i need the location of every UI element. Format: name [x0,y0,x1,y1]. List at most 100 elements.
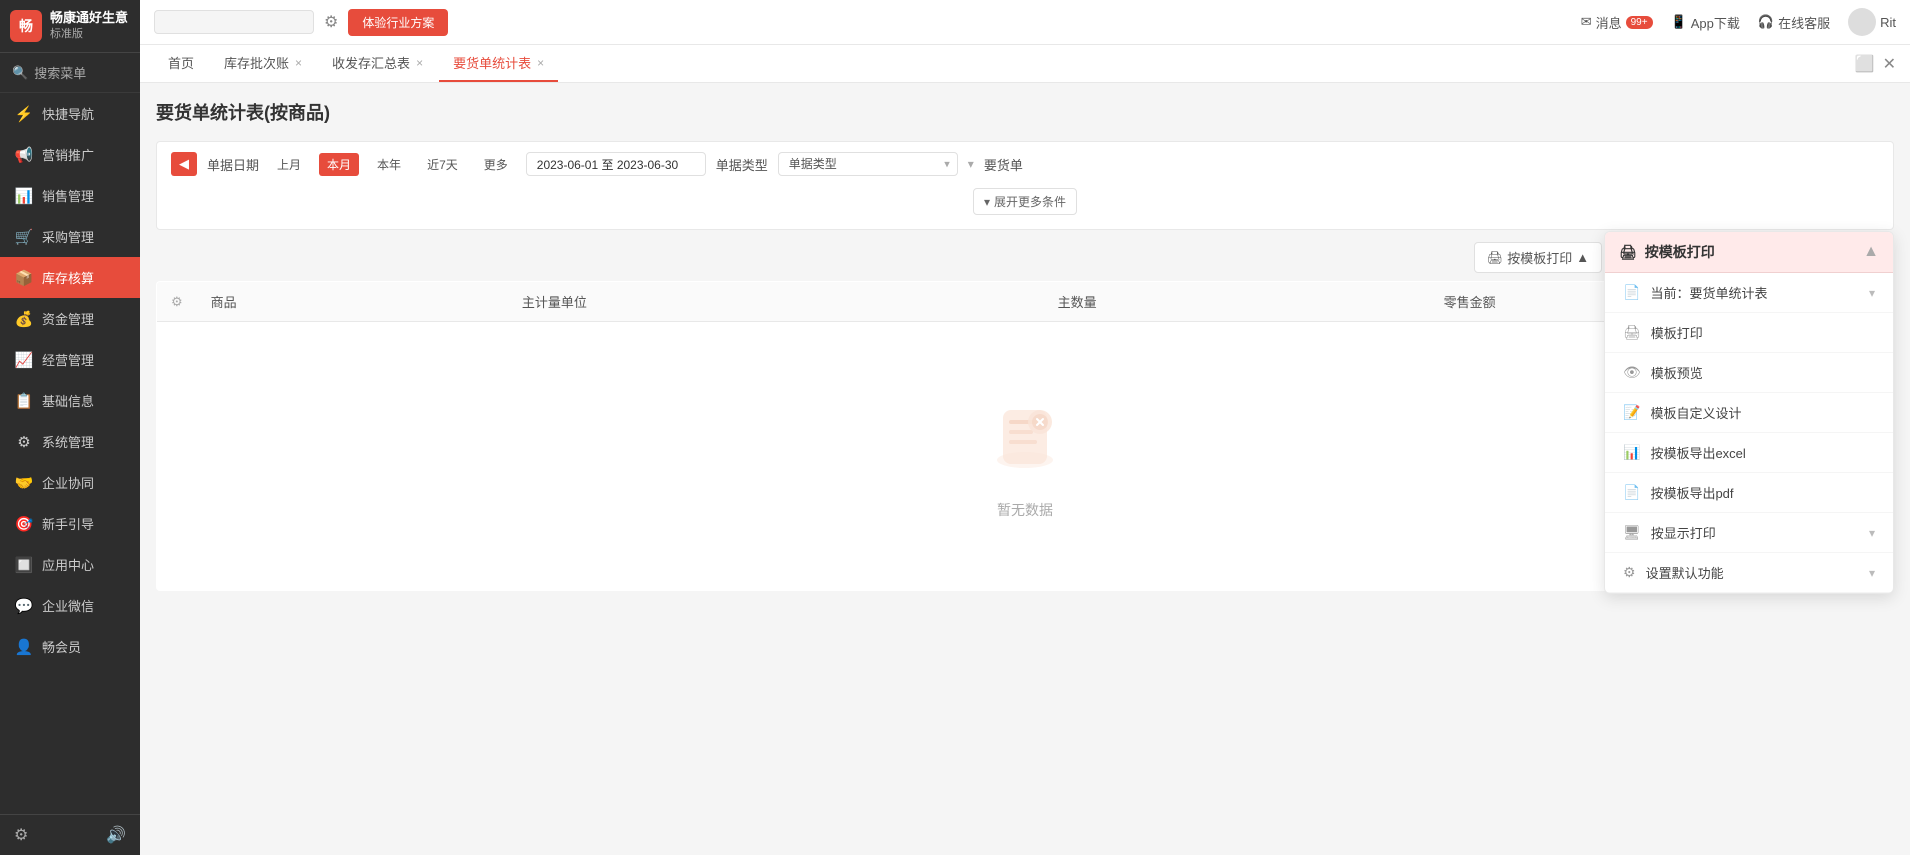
date-tag-last-month[interactable]: 上月 [269,153,309,176]
online-service-btn[interactable]: 🎧 在线客服 [1758,13,1830,32]
category-label: 要货单 [984,155,1023,174]
date-range-input[interactable] [526,152,706,176]
print-btn[interactable]: 🖨 按模板打印 ▲ [1474,242,1602,273]
template-preview-label: 模板预览 [1651,363,1703,382]
page: 要货单统计表(按商品) ◀ 单据日期 上月 本月 本年 近7天 更多 单据类型 … [140,83,1910,855]
template-preview-icon: 👁 [1623,364,1641,381]
display-print-icon: 🖥 [1623,524,1641,541]
filter-row-1: ◀ 单据日期 上月 本月 本年 近7天 更多 单据类型 单据类型 ▾ 要货单 [171,152,1879,176]
empty-icon [985,392,1065,486]
dropdown-template-preview[interactable]: 👁 模板预览 [1605,353,1893,393]
sales-icon: 📊 [14,187,34,205]
sidebar-item-collab[interactable]: 🤝 企业协同 [0,462,140,503]
expand-icon: ▾ [984,195,990,209]
sidebar-item-system[interactable]: ⚙ 系统管理 [0,421,140,462]
empty-text: 暂无数据 [997,500,1053,520]
print-arrow-icon: ▲ [1576,250,1589,265]
sidebar-item-quick-nav[interactable]: ⚡ 快捷导航 [0,93,140,134]
topbar-right: ✉ 消息 99+ 📱 App下载 🎧 在线客服 Rit [1581,8,1896,36]
tabs-close-icon[interactable]: ✕ [1883,54,1896,74]
export-excel-label: 按模板导出excel [1650,443,1745,462]
tab-receipt-summary[interactable]: 收发存汇总表 × [318,45,437,82]
sidebar-item-sales[interactable]: 📊 销售管理 [0,175,140,216]
sidebar-logo: 畅 畅康通好生意 标准版 [0,0,140,53]
dropdown-current-item[interactable]: 📄 当前：要货单统计表 ▾ [1605,273,1893,313]
messages-btn[interactable]: ✉ 消息 99+ [1581,13,1653,32]
export-excel-icon: 📊 [1623,444,1640,461]
tabs-maximize-icon[interactable]: ⬜ [1855,54,1875,74]
guide-icon: 🎯 [14,515,34,533]
expand-btn[interactable]: ▾ 展开更多条件 [973,188,1077,215]
export-pdf-label: 按模板导出pdf [1650,483,1733,502]
wechat-icon: 💬 [14,597,34,615]
system-icon: ⚙ [14,433,34,451]
dropdown-template-custom[interactable]: 📝 模板自定义设计 [1605,393,1893,433]
sidebar-item-finance[interactable]: 💰 资金管理 [0,298,140,339]
tabs-end: ⬜ ✕ [1855,54,1896,74]
date-tag-this-month[interactable]: 本月 [319,153,359,176]
tabs-bar: 首页 库存批次账 × 收发存汇总表 × 要货单统计表 × ⬜ ✕ [140,45,1910,83]
sidebar-item-basic[interactable]: 📋 基础信息 [0,380,140,421]
sidebar-item-operation[interactable]: 📈 经营管理 [0,339,140,380]
order-type-select[interactable]: 单据类型 [778,152,958,176]
trial-btn[interactable]: 体验行业方案 [348,9,448,36]
dropdown-close-btn[interactable]: ▲ [1863,243,1879,261]
sidebar-item-guide[interactable]: 🎯 新手引导 [0,503,140,544]
tab-close-receipt-summary[interactable]: × [416,56,423,70]
dropdown-export-pdf[interactable]: 📄 按模板导出pdf [1605,473,1893,513]
template-print-label: 模板打印 [1651,323,1703,342]
template-custom-label: 模板自定义设计 [1650,403,1741,422]
tab-close-batch-account[interactable]: × [295,56,302,70]
sidebar-item-inventory[interactable]: 📦 库存核算 [0,257,140,298]
sidebar-item-marketing[interactable]: 📢 营销推广 [0,134,140,175]
sidebar-search[interactable]: 🔍 搜索菜单 [0,53,140,93]
sidebar-item-member[interactable]: 👤 畅会员 [0,626,140,667]
dropdown-export-excel[interactable]: 📊 按模板导出excel [1605,433,1893,473]
date-tag-more[interactable]: 更多 [476,153,516,176]
settings-icon[interactable]: ⚙ [14,825,28,845]
expand-row: ▾ 展开更多条件 [171,184,1879,219]
sidebar-item-wechat[interactable]: 💬 企业微信 [0,585,140,626]
sidebar-item-appstore[interactable]: 🔲 应用中心 [0,544,140,585]
dropdown-template-print[interactable]: 🖨 模板打印 [1605,313,1893,353]
topbar-gear-icon[interactable]: ⚙ [324,12,338,32]
tab-home[interactable]: 首页 [154,45,208,82]
default-func-icon: ⚙ [1623,564,1636,581]
tab-order-stats[interactable]: 要货单统计表 × [439,45,558,82]
sidebar-nav: ⚡ 快捷导航 📢 营销推广 📊 销售管理 🛒 采购管理 📦 库存核算 💰 资金管… [0,93,140,814]
filter-collapse-btn[interactable]: ◀ [171,152,197,176]
finance-icon: 💰 [14,310,34,328]
sound-icon[interactable]: 🔊 [106,825,126,845]
tab-close-order-stats[interactable]: × [537,56,544,70]
order-type-label: 单据类型 [716,155,768,174]
member-icon: 👤 [14,638,34,656]
dropdown-default-func[interactable]: ⚙ 设置默认功能 ▾ [1605,553,1893,593]
user-avatar-area[interactable]: Rit [1848,8,1896,36]
current-template-label: 当前：要货单统计表 [1650,283,1767,302]
avatar [1848,8,1876,36]
appstore-icon: 🔲 [14,556,34,574]
dropdown-panel: 🖨 按模板打印 ▲ 📄 当前：要货单统计表 ▾ 🖨 模板打印 👁 模板预览 📝 [1604,231,1894,594]
template-print-icon: 🖨 [1623,324,1641,341]
messages-badge: 99+ [1626,16,1653,29]
quick-nav-icon: ⚡ [14,105,34,123]
tab-batch-account[interactable]: 库存批次账 × [210,45,316,82]
online-service-icon: 🎧 [1758,14,1774,30]
dropdown-header: 🖨 按模板打印 ▲ [1605,232,1893,273]
app-download-btn[interactable]: 📱 App下载 [1671,13,1740,32]
sidebar-item-purchase[interactable]: 🛒 采购管理 [0,216,140,257]
default-func-arrow: ▾ [1869,566,1875,580]
template-custom-icon: 📝 [1623,404,1640,421]
topbar: ⚙ 体验行业方案 ✉ 消息 99+ 📱 App下载 🎧 在线客服 Rit [140,0,1910,45]
topbar-search-input[interactable] [154,10,314,34]
table-settings-icon[interactable]: ⚙ [171,294,183,309]
dropdown-display-print[interactable]: 🖥 按显示打印 ▾ [1605,513,1893,553]
dropdown-title: 按模板打印 [1645,242,1715,262]
sidebar: 畅 畅康通好生意 标准版 🔍 搜索菜单 ⚡ 快捷导航 📢 营销推广 📊 销售管理… [0,0,140,855]
app-name: 畅康通好生意 [50,10,128,27]
order-type-select-wrapper: 单据类型 [778,152,958,176]
date-tag-7days[interactable]: 近7天 [419,153,466,176]
basic-icon: 📋 [14,392,34,410]
app-logo-icon: 畅 [10,10,42,42]
date-tag-this-year[interactable]: 本年 [369,153,409,176]
